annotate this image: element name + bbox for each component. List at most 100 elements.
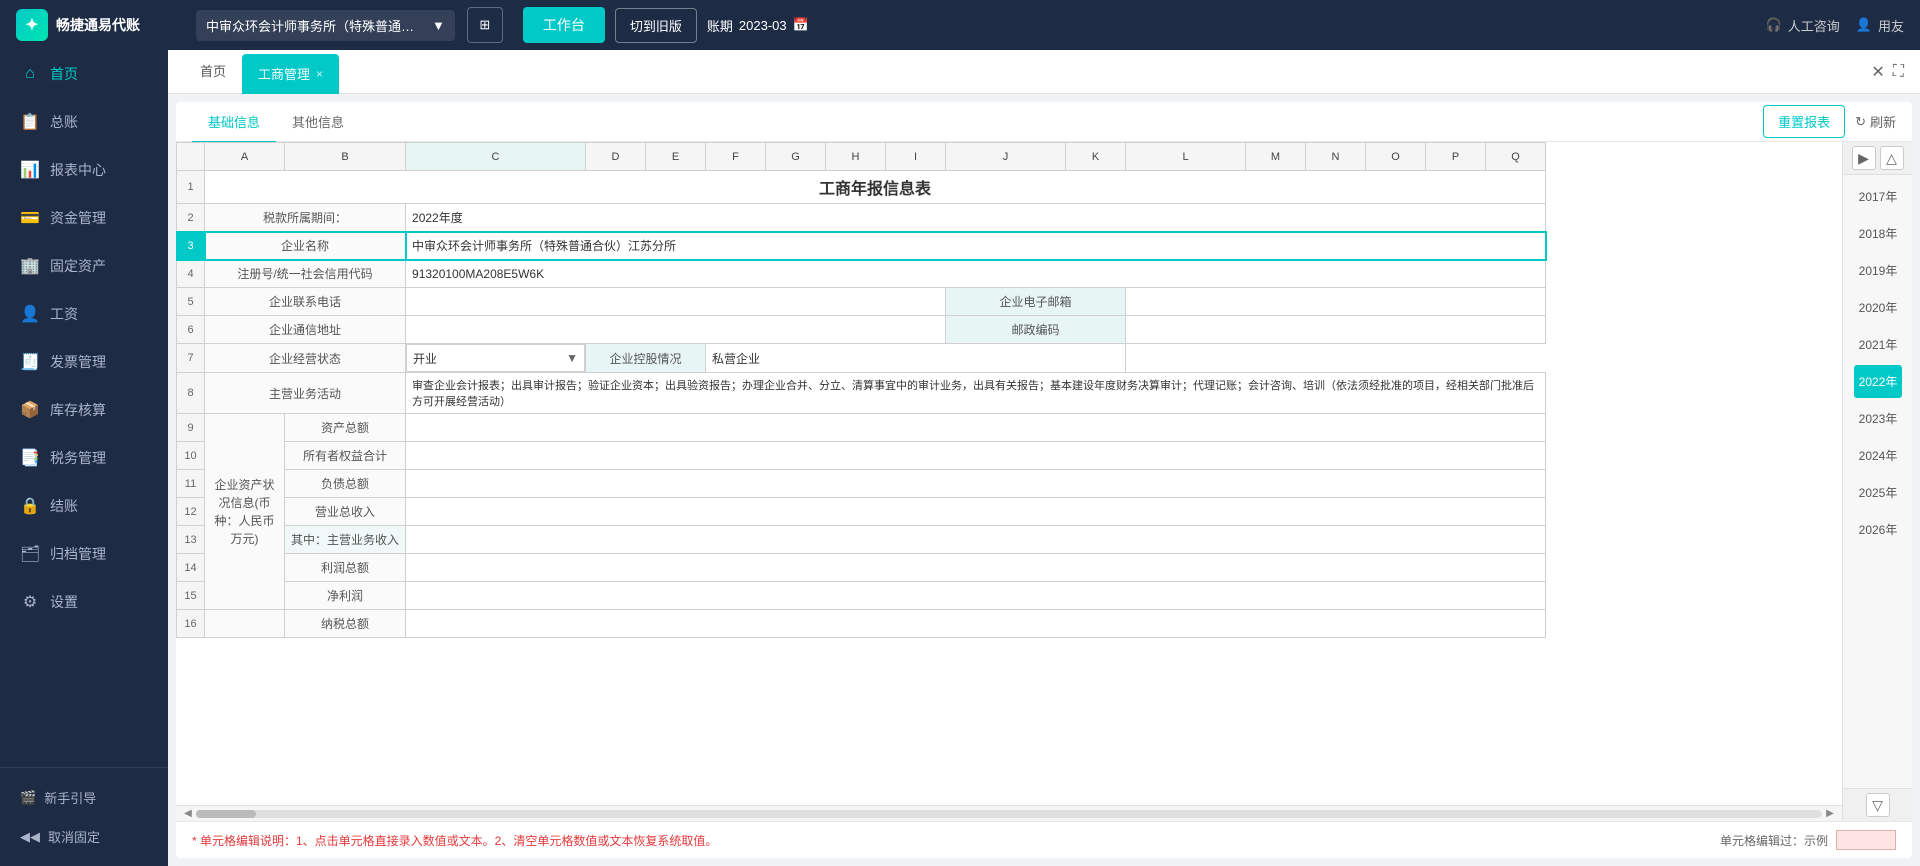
sidebar-item-ledger[interactable]: 📋 总账 bbox=[0, 98, 168, 146]
address-value-cell[interactable] bbox=[406, 316, 946, 344]
sidebar-item-wages[interactable]: 👤 工资 bbox=[0, 290, 168, 338]
sidebar-label-wages: 工资 bbox=[50, 304, 78, 324]
year-2019[interactable]: 2019年 bbox=[1854, 254, 1902, 287]
refresh-button[interactable]: ↻ 刷新 bbox=[1855, 112, 1896, 131]
table-row: 11 负债总额 bbox=[177, 470, 1546, 498]
liabilities-value-cell[interactable] bbox=[406, 470, 1546, 498]
panel-chevron-down-btn[interactable]: ▽ bbox=[1866, 793, 1890, 817]
scroll-track[interactable] bbox=[196, 810, 1822, 818]
new-guide-item[interactable]: 🎬 新手引导 bbox=[0, 778, 168, 817]
sidebar-item-funds[interactable]: 💳 资金管理 bbox=[0, 194, 168, 242]
sidebar-item-inventory[interactable]: 📦 库存核算 bbox=[0, 386, 168, 434]
assets-value-cell[interactable] bbox=[406, 414, 1546, 442]
year-panel: 2017年 2018年 2019年 2020年 2021年 2022年 2023… bbox=[1843, 175, 1912, 788]
sidebar-scroll: ⌂ 首页 📋 总账 📊 报表中心 💳 资金管理 🏢 固定资产 👤 工资 bbox=[0, 50, 168, 767]
sidebar-item-assets[interactable]: 🏢 固定资产 bbox=[0, 242, 168, 290]
tab-home[interactable]: 首页 bbox=[184, 50, 242, 94]
phone-value-cell[interactable] bbox=[406, 288, 946, 316]
row-num-9: 9 bbox=[177, 414, 205, 442]
table-row: 12 营业总收入 bbox=[177, 498, 1546, 526]
scroll-left-btn[interactable]: ◀ bbox=[180, 808, 196, 819]
control-value-cell[interactable]: 私营企业 bbox=[706, 344, 1126, 373]
company-settings-icon[interactable]: ⊞ bbox=[467, 7, 503, 43]
unpin-label: 取消固定 bbox=[48, 827, 100, 846]
bottom-bar: * 单元格编辑说明：1、点击单元格直接录入数值或文本。2、清空单元格数值或文本恢… bbox=[176, 821, 1912, 858]
year-2022[interactable]: 2022年 bbox=[1854, 365, 1902, 398]
main-revenue-value[interactable] bbox=[406, 526, 1546, 554]
logo-text: 畅捷通易代账 bbox=[56, 15, 140, 35]
year-2026[interactable]: 2026年 bbox=[1854, 513, 1902, 546]
col-h: H bbox=[826, 143, 886, 171]
status-value-cell[interactable]: 开业▼ bbox=[406, 344, 585, 372]
period-value-cell[interactable]: 2022年度 bbox=[406, 204, 1546, 232]
year-2025[interactable]: 2025年 bbox=[1854, 476, 1902, 509]
spreadsheet-container[interactable]: A B C D E F G H I J bbox=[176, 142, 1842, 805]
scroll-right-btn[interactable]: ▶ bbox=[1822, 808, 1838, 819]
sidebar-item-closing[interactable]: 🔒 结账 bbox=[0, 482, 168, 530]
switch-version-button[interactable]: 切到旧版 bbox=[615, 8, 697, 43]
sheet-table: A B C D E F G H I J bbox=[176, 142, 1546, 638]
regcode-label-cell: 注册号/统一社会信用代码 bbox=[205, 260, 406, 288]
tab-business[interactable]: 工商管理 × bbox=[242, 54, 339, 94]
col-k: K bbox=[1066, 143, 1126, 171]
panel-chevron-up-btn[interactable]: △ bbox=[1880, 146, 1904, 170]
top-header: ✦ 畅捷通易代账 中审众环会计师事务所（特殊普通合伙... ▼ ⊞ 工作台 切到… bbox=[0, 0, 1920, 50]
col-c: C bbox=[406, 143, 586, 171]
sidebar-item-reports[interactable]: 📊 报表中心 bbox=[0, 146, 168, 194]
main-content: 首页 工商管理 × ✕ ⛶ 基础信息 bbox=[168, 50, 1920, 866]
user-area[interactable]: 👤 用友 bbox=[1856, 16, 1904, 35]
ledger-icon: 📋 bbox=[20, 112, 40, 132]
equity-value-cell[interactable] bbox=[406, 442, 1546, 470]
year-2017[interactable]: 2017年 bbox=[1854, 180, 1902, 213]
year-2020[interactable]: 2020年 bbox=[1854, 291, 1902, 324]
year-2021[interactable]: 2021年 bbox=[1854, 328, 1902, 361]
email-value-cell[interactable] bbox=[1126, 288, 1546, 316]
table-row: 6 企业通信地址 邮政编码 bbox=[177, 316, 1546, 344]
expand-icon[interactable]: ⛶ bbox=[1893, 63, 1904, 81]
tax-value-cell[interactable] bbox=[406, 610, 1546, 638]
year-2018[interactable]: 2018年 bbox=[1854, 217, 1902, 250]
profit-value-cell[interactable] bbox=[406, 554, 1546, 582]
year-2024[interactable]: 2024年 bbox=[1854, 439, 1902, 472]
main-revenue-label: 其中：主营业务收入 bbox=[285, 526, 406, 554]
close-panel-icon[interactable]: ✕ bbox=[1871, 62, 1884, 82]
revenue-value-cell[interactable] bbox=[406, 498, 1546, 526]
period-label: 账期 bbox=[707, 16, 733, 35]
unpin-item[interactable]: ◀◀ 取消固定 bbox=[0, 817, 168, 856]
sub-tab-other[interactable]: 其他信息 bbox=[276, 102, 360, 143]
toolbar-area: 重置报表 ↻ 刷新 bbox=[1763, 105, 1896, 138]
horizontal-scrollbar[interactable]: ◀ ▶ bbox=[176, 805, 1842, 821]
reset-button[interactable]: 重置报表 bbox=[1763, 105, 1845, 138]
sidebar-item-tax[interactable]: 📑 税务管理 bbox=[0, 434, 168, 482]
layout: ⌂ 首页 📋 总账 📊 报表中心 💳 资金管理 🏢 固定资产 👤 工资 bbox=[0, 50, 1920, 866]
business-value-cell[interactable]: 审查企业会计报表；出具审计报告；验证企业资本；出具验资报告；办理企业合并、分立、… bbox=[406, 373, 1546, 414]
net-profit-value-cell[interactable] bbox=[406, 582, 1546, 610]
scroll-thumb[interactable] bbox=[196, 810, 256, 818]
sidebar: ⌂ 首页 📋 总账 📊 报表中心 💳 资金管理 🏢 固定资产 👤 工资 bbox=[0, 50, 168, 866]
sidebar-item-settings[interactable]: ⚙ 设置 bbox=[0, 578, 168, 626]
panel-collapse-btn[interactable]: ▶ bbox=[1852, 146, 1876, 170]
invoices-icon: 🧾 bbox=[20, 352, 40, 372]
year-2023[interactable]: 2023年 bbox=[1854, 402, 1902, 435]
consult-area[interactable]: 🎧 人工咨询 bbox=[1766, 16, 1840, 35]
postcode-value-cell[interactable] bbox=[1126, 316, 1546, 344]
sub-tab-basic[interactable]: 基础信息 bbox=[192, 102, 276, 143]
tab-close-icon[interactable]: × bbox=[316, 67, 323, 81]
row-num-14: 14 bbox=[177, 554, 205, 582]
sidebar-item-archive[interactable]: 🗂 归档管理 bbox=[0, 530, 168, 578]
company-selector[interactable]: 中审众环会计师事务所（特殊普通合伙... ▼ bbox=[196, 10, 455, 41]
user-icon: 👤 bbox=[1856, 17, 1872, 33]
spreadsheet-wrapper: A B C D E F G H I J bbox=[176, 142, 1912, 821]
settings-icon: ⚙ bbox=[20, 592, 40, 612]
tax-icon: 📑 bbox=[20, 448, 40, 468]
company-value-cell[interactable]: 中审众环会计师事务所（特殊普通合伙）江苏分所 bbox=[406, 232, 1546, 260]
sidebar-item-home[interactable]: ⌂ 首页 bbox=[0, 50, 168, 98]
sidebar-label-ledger: 总账 bbox=[50, 112, 78, 132]
sidebar-item-invoices[interactable]: 🧾 发票管理 bbox=[0, 338, 168, 386]
calendar-icon[interactable]: 📅 bbox=[793, 17, 809, 33]
liabilities-label-cell: 负债总额 bbox=[285, 470, 406, 498]
col-j: J bbox=[946, 143, 1066, 171]
regcode-value-cell[interactable]: 91320100MA208E5W6K bbox=[406, 260, 1546, 288]
workbench-button[interactable]: 工作台 bbox=[523, 7, 605, 43]
sheet-title[interactable]: 工商年报信息表 bbox=[205, 171, 1546, 204]
